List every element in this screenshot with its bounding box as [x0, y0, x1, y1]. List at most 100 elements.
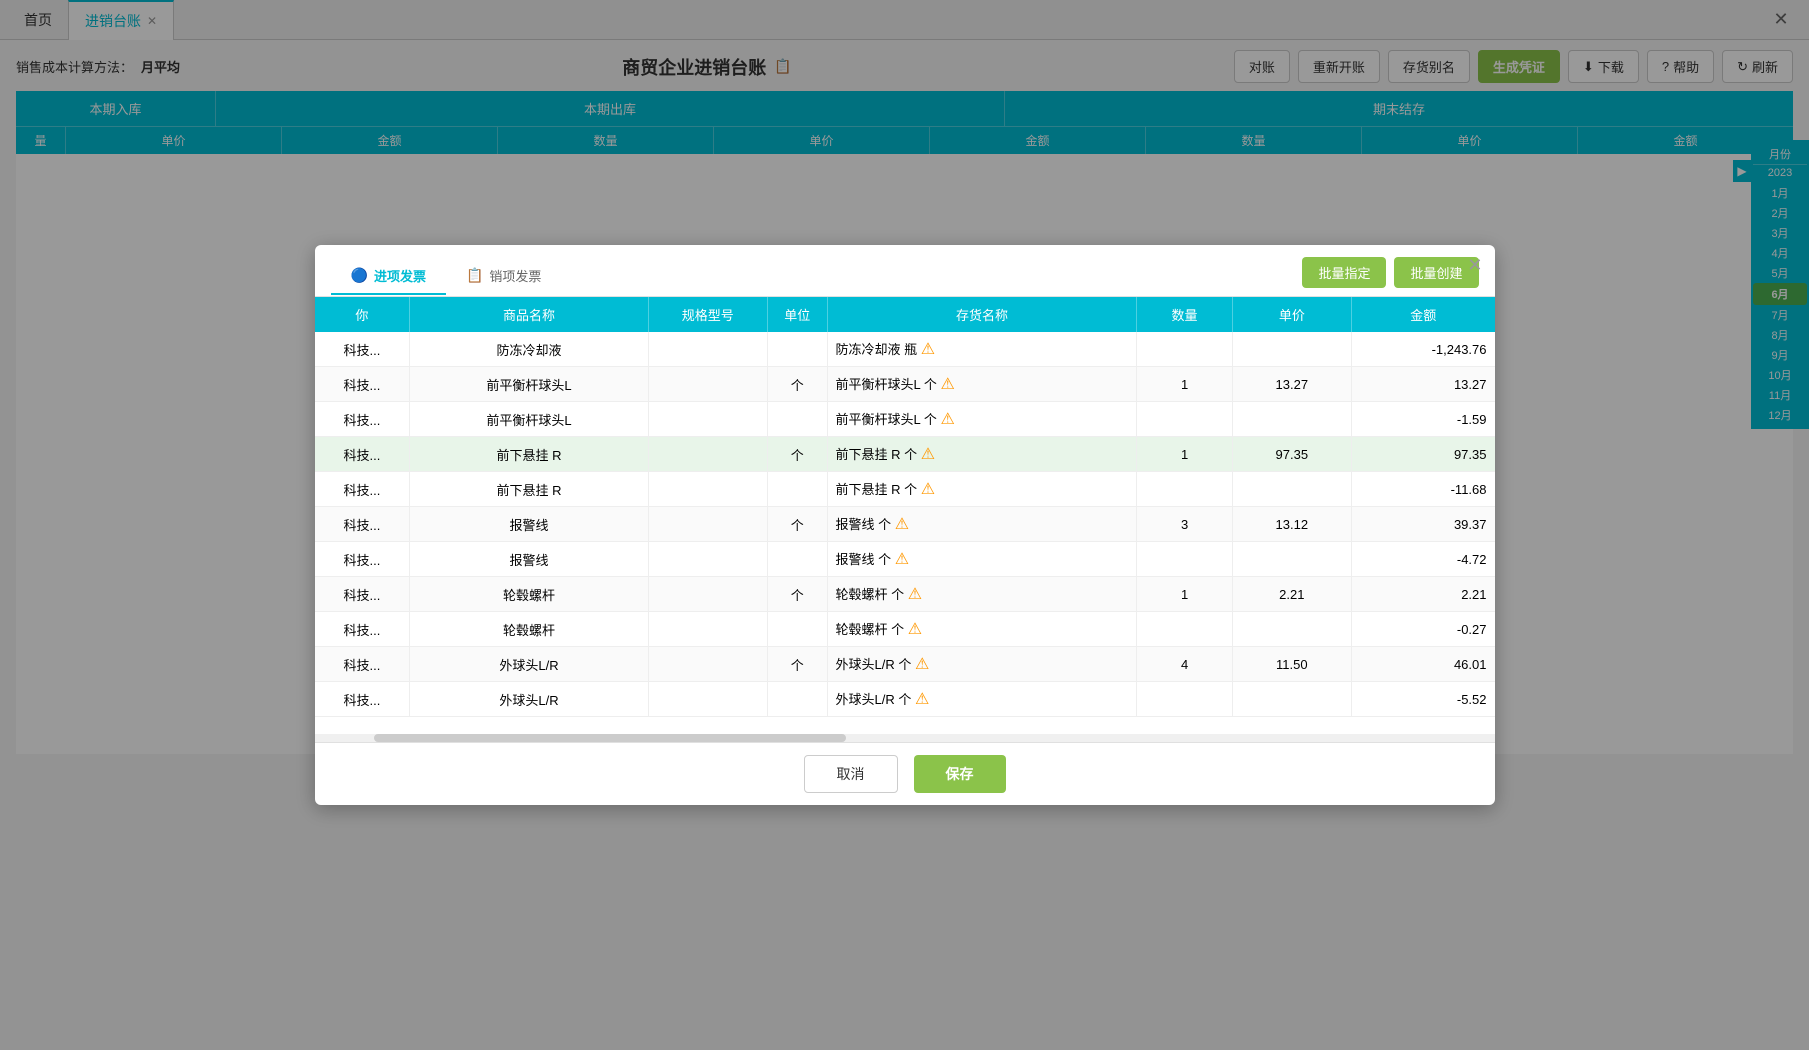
- cell-product-name: 前下悬挂 R: [410, 472, 648, 507]
- cell-amount: -0.27: [1351, 612, 1494, 647]
- cell-unit: 个: [767, 367, 827, 402]
- cell-quantity: [1137, 332, 1232, 367]
- warning-icon: ⚠: [940, 376, 954, 393]
- modal-close-button[interactable]: ✕: [1467, 255, 1482, 276]
- cell-quantity: 1: [1137, 437, 1232, 472]
- cell-spec: [648, 507, 767, 542]
- scrollbar-thumb[interactable]: [374, 734, 846, 742]
- modal-footer: 取消 保存: [315, 742, 1495, 805]
- cell-company: 科技...: [315, 437, 410, 472]
- outgoing-invoice-icon: 📋: [466, 267, 483, 284]
- cell-amount: -1.59: [1351, 402, 1494, 437]
- cell-unit-price: [1232, 682, 1351, 717]
- cell-spec: [648, 472, 767, 507]
- cell-quantity: [1137, 542, 1232, 577]
- warning-icon: ⚠: [895, 516, 909, 533]
- cell-inventory-name: 前平衡杆球头L 个 ⚠: [827, 367, 1137, 402]
- modal-overlay: 🔵 进项发票 📋 销项发票 批量指定 批量创建 ✕: [0, 0, 1809, 1050]
- cell-spec: [648, 402, 767, 437]
- warning-icon: ⚠: [921, 446, 935, 463]
- warning-icon: ⚠: [915, 691, 929, 708]
- cell-inventory-name: 报警线 个 ⚠: [827, 542, 1137, 577]
- cell-inventory-name: 前下悬挂 R 个 ⚠: [827, 437, 1137, 472]
- cell-product-name: 报警线: [410, 507, 648, 542]
- cell-company: 科技...: [315, 402, 410, 437]
- cell-company: 科技...: [315, 472, 410, 507]
- cell-product-name: 外球头L/R: [410, 647, 648, 682]
- tab-incoming-invoice[interactable]: 🔵 进项发票: [331, 258, 446, 295]
- cell-unit: 个: [767, 577, 827, 612]
- cell-unit: [767, 472, 827, 507]
- table-row: 科技...前平衡杆球头L个前平衡杆球头L 个 ⚠113.2713.27: [315, 367, 1495, 402]
- cell-amount: -4.72: [1351, 542, 1494, 577]
- col-unit: 单位: [767, 297, 827, 332]
- cell-unit: 个: [767, 647, 827, 682]
- cell-unit: [767, 612, 827, 647]
- cell-amount: 2.21: [1351, 577, 1494, 612]
- col-spec: 规格型号: [648, 297, 767, 332]
- warning-icon: ⚠: [940, 411, 954, 428]
- col-company: 你: [315, 297, 410, 332]
- cell-spec: [648, 542, 767, 577]
- cell-unit: [767, 682, 827, 717]
- table-row: 科技...报警线个报警线 个 ⚠313.1239.37: [315, 507, 1495, 542]
- table-row: 科技...外球头L/R外球头L/R 个 ⚠-5.52: [315, 682, 1495, 717]
- cell-company: 科技...: [315, 612, 410, 647]
- cell-amount: 46.01: [1351, 647, 1494, 682]
- cell-amount: 39.37: [1351, 507, 1494, 542]
- cell-unit-price: 13.27: [1232, 367, 1351, 402]
- cell-spec: [648, 612, 767, 647]
- cell-inventory-name: 前下悬挂 R 个 ⚠: [827, 472, 1137, 507]
- cell-unit-price: 2.21: [1232, 577, 1351, 612]
- cell-spec: [648, 332, 767, 367]
- cell-quantity: 3: [1137, 507, 1232, 542]
- batch-create-button[interactable]: 批量创建: [1394, 257, 1478, 288]
- cell-unit-price: [1232, 402, 1351, 437]
- cell-product-name: 前平衡杆球头L: [410, 367, 648, 402]
- table-row: 科技...前下悬挂 R 前下悬挂 R 个 ⚠ -11.68: [315, 472, 1495, 507]
- table-row: 科技...前平衡杆球头L 前平衡杆球头L 个 ⚠ -1.59: [315, 402, 1495, 437]
- cell-quantity: [1137, 682, 1232, 717]
- cell-spec: [648, 577, 767, 612]
- warning-icon: ⚠: [915, 656, 929, 673]
- cell-unit-price: [1232, 332, 1351, 367]
- modal-tabs: 🔵 进项发票 📋 销项发票: [331, 258, 562, 295]
- col-quantity: 数量: [1137, 297, 1232, 332]
- save-button[interactable]: 保存: [914, 755, 1006, 793]
- cell-inventory-name: 报警线 个 ⚠: [827, 507, 1137, 542]
- warning-icon: ⚠: [921, 481, 935, 498]
- table-row: 科技...轮毂螺杆个轮毂螺杆 个 ⚠12.212.21: [315, 577, 1495, 612]
- cell-quantity: 1: [1137, 577, 1232, 612]
- cell-product-name: 前下悬挂 R: [410, 437, 648, 472]
- cell-company: 科技...: [315, 577, 410, 612]
- cell-product-name: 报警线: [410, 542, 648, 577]
- cell-company: 科技...: [315, 332, 410, 367]
- warning-icon: ⚠: [921, 341, 935, 358]
- cell-unit: [767, 542, 827, 577]
- cell-inventory-name: 外球头L/R 个 ⚠: [827, 682, 1137, 717]
- warning-icon: ⚠: [908, 621, 922, 638]
- cell-unit: [767, 402, 827, 437]
- cell-product-name: 防冻冷却液: [410, 332, 648, 367]
- cell-unit-price: [1232, 542, 1351, 577]
- table-row: 科技...外球头L/R个外球头L/R 个 ⚠411.5046.01: [315, 647, 1495, 682]
- cell-inventory-name: 前平衡杆球头L 个 ⚠: [827, 402, 1137, 437]
- cell-company: 科技...: [315, 647, 410, 682]
- batch-assign-button[interactable]: 批量指定: [1302, 257, 1386, 288]
- tab-outgoing-invoice[interactable]: 📋 销项发票: [446, 258, 561, 295]
- warning-icon: ⚠: [895, 551, 909, 568]
- cancel-button[interactable]: 取消: [804, 755, 898, 793]
- cell-spec: [648, 647, 767, 682]
- table-row: 科技...轮毂螺杆轮毂螺杆 个 ⚠-0.27: [315, 612, 1495, 647]
- cell-amount: -11.68: [1351, 472, 1494, 507]
- cell-company: 科技...: [315, 367, 410, 402]
- table-scrollbar[interactable]: [315, 734, 1495, 742]
- cell-amount: -5.52: [1351, 682, 1494, 717]
- cell-amount: 13.27: [1351, 367, 1494, 402]
- col-unit-price: 单价: [1232, 297, 1351, 332]
- invoice-table: 你 商品名称 规格型号 单位 存货名称 数量 单价 金额 科技...防冻冷却液防…: [315, 297, 1495, 717]
- cell-product-name: 前平衡杆球头L: [410, 402, 648, 437]
- modal-actions: 批量指定 批量创建: [1302, 257, 1478, 296]
- cell-spec: [648, 437, 767, 472]
- cell-inventory-name: 防冻冷却液 瓶 ⚠: [827, 332, 1137, 367]
